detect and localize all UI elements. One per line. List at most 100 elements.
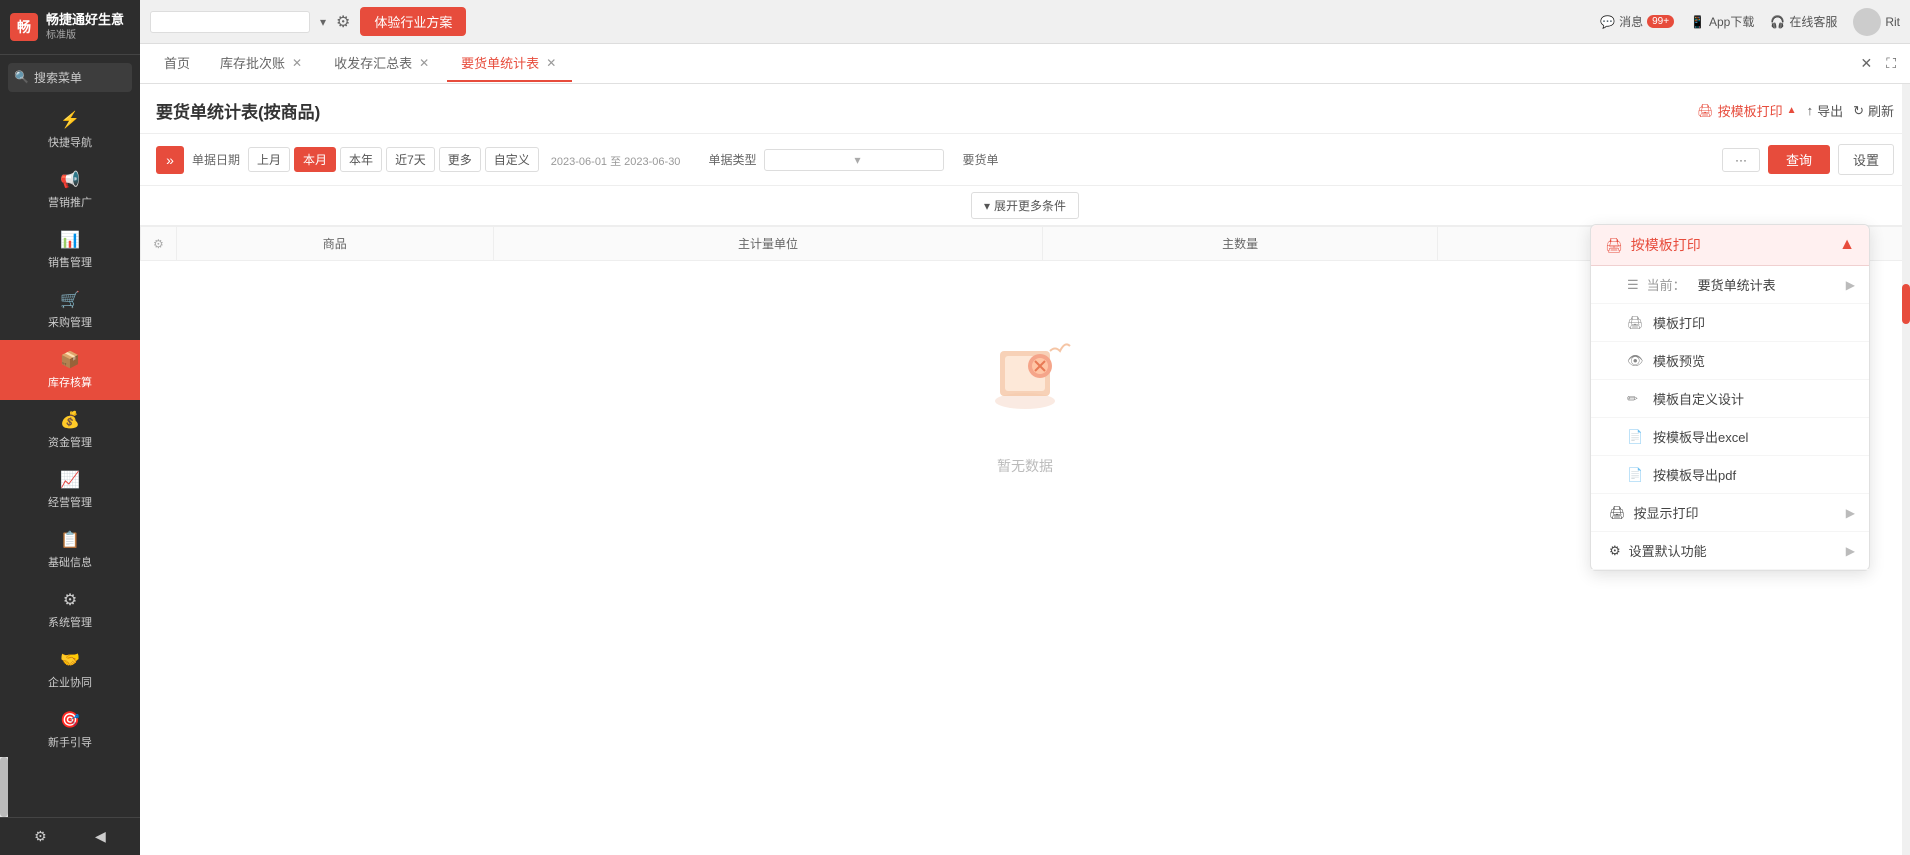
default-func-icon: ⚙ — [1609, 543, 1621, 559]
search-menu-button[interactable]: 🔍 搜索菜单 — [8, 63, 132, 92]
col-unit: 主计量单位 — [493, 227, 1043, 261]
date-more-btn[interactable]: 更多 — [439, 147, 481, 172]
export-pdf-icon: 📄 — [1627, 467, 1643, 483]
template-design-icon: ✏ — [1627, 391, 1643, 407]
page-header: 要货单统计表(按商品) 🖨 按模板打印 ▲ ↑ 导出 ↻ — [140, 84, 1910, 134]
tab-home[interactable]: 首页 — [150, 45, 204, 82]
sidebar-collapse-button[interactable]: ◀ — [95, 828, 106, 845]
default-func-label: 设置默认功能 — [1629, 541, 1707, 560]
sidebar-item-basic[interactable]: 📋 基础信息 — [0, 520, 140, 580]
sidebar-scrollbar — [0, 757, 8, 817]
order-type-select[interactable]: ▾ — [764, 149, 944, 171]
export-excel-label: 按模板导出excel — [1653, 427, 1748, 446]
empty-text: 暂无数据 — [997, 456, 1053, 476]
tabbar-right-controls: ✕ ⛶ — [1856, 51, 1900, 76]
logo-text: 畅捷通好生意 标准版 — [46, 12, 124, 42]
expand-more-btn[interactable]: ▾ 展开更多条件 — [971, 192, 1079, 219]
system-icon: ⚙ — [63, 590, 77, 610]
query-button[interactable]: 查询 — [1768, 145, 1830, 174]
tab-expand-button[interactable]: ⛶ — [1882, 51, 1900, 76]
operation-icon: 📈 — [60, 470, 80, 490]
logo-icon: 畅 — [10, 13, 38, 41]
print-dropdown-close-button[interactable]: ▲ — [1839, 236, 1855, 254]
print-template-button[interactable]: 🖨 按模板打印 ▲ — [1697, 101, 1796, 120]
printer-icon: 🖨 — [1697, 103, 1714, 119]
table-settings-icon[interactable]: ⚙ — [153, 237, 164, 251]
column-settings-button[interactable]: 设置 — [1838, 144, 1894, 175]
sidebar-item-inventory[interactable]: 📦 库存核算 — [0, 340, 140, 400]
print-dropdown: 🖨 按模板打印 ▲ ☰ 当前： 要货单统计表 ▶ 🖨 模板打印 👁 模板预览 — [1590, 224, 1870, 571]
template-print-label: 模板打印 — [1653, 313, 1705, 332]
tab-batch-close[interactable]: ✕ — [290, 56, 304, 70]
print-export-excel-item[interactable]: 📄 按模板导出excel — [1591, 418, 1869, 456]
template-design-label: 模板自定义设计 — [1653, 389, 1744, 408]
current-arrow-icon: ▶ — [1846, 278, 1855, 292]
print-dropdown-title-area: 🖨 按模板打印 — [1605, 235, 1701, 255]
right-scrollbar[interactable] — [1902, 84, 1910, 855]
topbar-dropdown-button[interactable]: ▾ — [320, 15, 326, 29]
app-download-icon: 📱 — [1690, 15, 1705, 29]
sidebar-item-collab[interactable]: 🤝 企业协同 — [0, 640, 140, 700]
sidebar-settings-button[interactable]: ⚙ — [34, 828, 47, 845]
date-prev-month-btn[interactable]: 上月 — [248, 147, 290, 172]
search-icon: 🔍 — [14, 70, 29, 84]
expand-icon: » — [166, 152, 174, 168]
print-template-preview-item[interactable]: 👁 模板预览 — [1591, 342, 1869, 380]
date-filter-group: 单据日期 上月 本月 本年 近7天 更多 自定义 — [192, 147, 539, 172]
print-current-template[interactable]: ☰ 当前： 要货单统计表 ▶ — [1591, 266, 1869, 304]
tab-receipt[interactable]: 收发存汇总表 ✕ — [320, 45, 445, 82]
guide-icon: 🎯 — [60, 710, 80, 730]
trial-button[interactable]: 体验行业方案 — [360, 7, 466, 36]
topbar-search-box[interactable] — [150, 11, 310, 33]
print-export-pdf-item[interactable]: 📄 按模板导出pdf — [1591, 456, 1869, 494]
print-dropdown-title: 按模板打印 — [1631, 235, 1701, 255]
topbar-settings-button[interactable]: ⚙ — [336, 12, 350, 32]
print-template-design-item[interactable]: ✏ 模板自定义设计 — [1591, 380, 1869, 418]
tab-close-button[interactable]: ✕ — [1856, 51, 1876, 76]
app-download-item[interactable]: 📱 App下载 — [1690, 13, 1754, 30]
purchase-icon: 🛒 — [60, 290, 80, 310]
sidebar-item-purchase[interactable]: 🛒 采购管理 — [0, 280, 140, 340]
date-last-7-days-btn[interactable]: 近7天 — [386, 147, 435, 172]
page-title: 要货单统计表(按商品) — [156, 98, 320, 123]
sidebar-item-operation[interactable]: 📈 经营管理 — [0, 460, 140, 520]
messages-badge: 99+ — [1647, 15, 1674, 28]
export-button[interactable]: ↑ 导出 — [1807, 101, 1844, 120]
print-default-func-item[interactable]: ⚙ 设置默认功能 ▶ — [1591, 532, 1869, 570]
tabbar: 首页 库存批次账 ✕ 收发存汇总表 ✕ 要货单统计表 ✕ ✕ ⛶ — [140, 44, 1910, 84]
sidebar-item-quick[interactable]: ⚡ 快捷导航 — [0, 100, 140, 160]
sidebar-item-system[interactable]: ⚙ 系统管理 — [0, 580, 140, 640]
more-options-button[interactable]: ··· — [1722, 148, 1760, 172]
order-goods-filter: 要货单 — [962, 151, 1002, 168]
sidebar-item-sales[interactable]: 📊 销售管理 — [0, 220, 140, 280]
tab-receipt-close[interactable]: ✕ — [417, 56, 431, 70]
messages-item[interactable]: 💬 消息 99+ — [1600, 13, 1674, 30]
print-chevron-icon: ▲ — [1787, 105, 1797, 116]
user-avatar-area[interactable]: Rit — [1853, 8, 1900, 36]
filter-expand-button[interactable]: » — [156, 146, 184, 174]
inventory-icon: 📦 — [60, 350, 80, 370]
order-type-filter: 单据类型 ▾ — [708, 149, 944, 171]
topbar-search-input[interactable] — [159, 15, 279, 29]
sidebar-item-marketing[interactable]: 📢 营销推广 — [0, 160, 140, 220]
finance-icon: 💰 — [60, 410, 80, 430]
date-current-month-btn[interactable]: 本月 — [294, 147, 336, 172]
tab-order-close[interactable]: ✕ — [544, 56, 558, 70]
tab-order[interactable]: 要货单统计表 ✕ — [447, 45, 572, 82]
print-template-print-item[interactable]: 🖨 模板打印 — [1591, 304, 1869, 342]
print-display-print-item[interactable]: 🖨 按显示打印 ▶ — [1591, 494, 1869, 532]
tab-batch[interactable]: 库存批次账 ✕ — [206, 45, 318, 82]
display-print-arrow: ▶ — [1846, 506, 1855, 520]
sidebar-item-finance[interactable]: 💰 资金管理 — [0, 400, 140, 460]
online-service-item[interactable]: 🎧 在线客服 — [1770, 13, 1837, 30]
col-checkbox: ⚙ — [141, 227, 177, 261]
quick-icon: ⚡ — [60, 110, 80, 130]
export-icon: ↑ — [1807, 103, 1814, 118]
sidebar-item-guide[interactable]: 🎯 新手引导 — [0, 700, 140, 757]
print-dropdown-printer-icon: 🖨 — [1605, 237, 1623, 254]
refresh-button[interactable]: ↻ 刷新 — [1853, 101, 1894, 120]
date-custom-btn[interactable]: 自定义 — [485, 147, 539, 172]
basic-icon: 📋 — [60, 530, 80, 550]
template-preview-label: 模板预览 — [1653, 351, 1705, 370]
date-current-year-btn[interactable]: 本年 — [340, 147, 382, 172]
